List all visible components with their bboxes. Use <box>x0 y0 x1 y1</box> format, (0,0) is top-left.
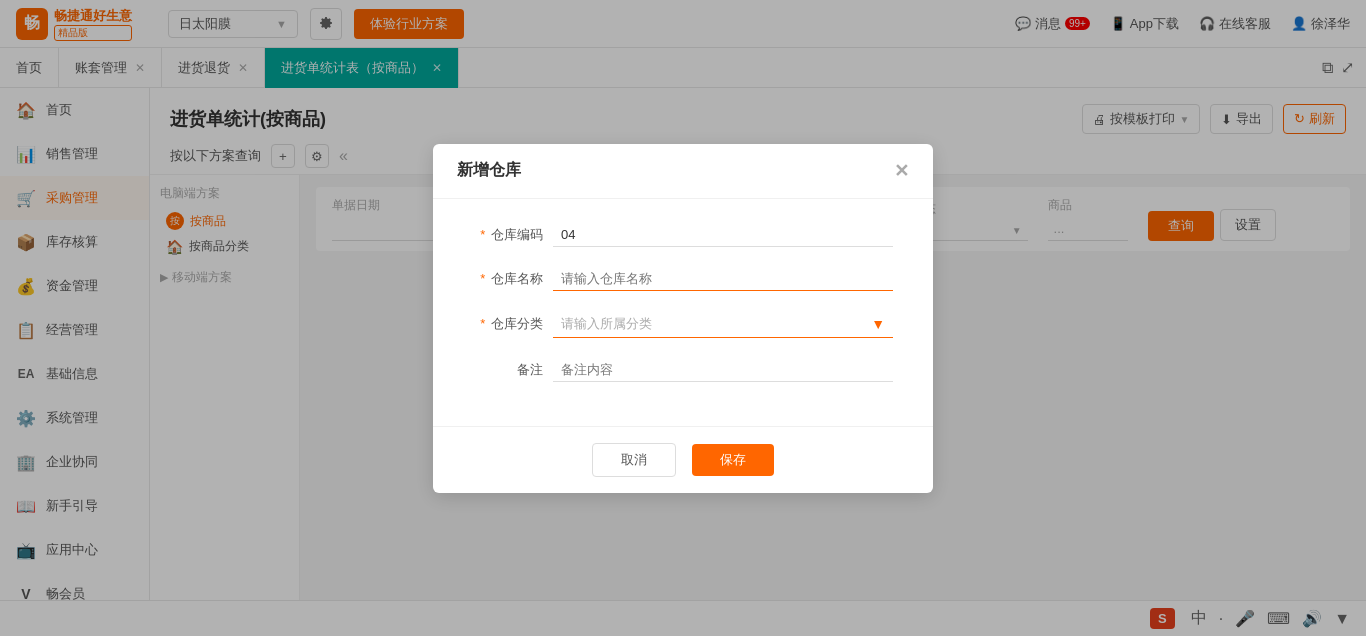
form-row-name: * 仓库名称 <box>473 267 893 291</box>
cancel-button[interactable]: 取消 <box>592 443 676 477</box>
code-label: * 仓库编码 <box>473 226 553 244</box>
modal-overlay: 新增仓库 ✕ * 仓库编码 * 仓库名称 <box>0 0 1366 636</box>
name-required-star: * <box>480 271 485 286</box>
modal-title: 新增仓库 <box>457 160 521 181</box>
save-button[interactable]: 保存 <box>692 444 774 476</box>
code-required-star: * <box>480 227 485 242</box>
form-row-category: * 仓库分类 请输入所属分类 ▼ <box>473 311 893 338</box>
form-row-code: * 仓库编码 <box>473 223 893 247</box>
warehouse-remark-input[interactable] <box>553 358 893 382</box>
category-label: * 仓库分类 <box>473 315 553 333</box>
warehouse-category-select[interactable]: 请输入所属分类 ▼ <box>553 311 893 338</box>
modal-body: * 仓库编码 * 仓库名称 * 仓库分类 请输入所属 <box>433 199 933 426</box>
modal-close-button[interactable]: ✕ <box>894 160 909 182</box>
warehouse-name-input[interactable] <box>553 267 893 291</box>
form-row-remark: 备注 <box>473 358 893 382</box>
modal-footer: 取消 保存 <box>433 426 933 493</box>
remark-label: 备注 <box>473 361 553 379</box>
add-warehouse-modal: 新增仓库 ✕ * 仓库编码 * 仓库名称 <box>433 144 933 493</box>
name-label: * 仓库名称 <box>473 270 553 288</box>
category-required-star: * <box>480 316 485 331</box>
category-placeholder: 请输入所属分类 <box>561 315 652 333</box>
warehouse-code-input[interactable] <box>553 223 893 247</box>
modal-header: 新增仓库 ✕ <box>433 144 933 199</box>
category-chevron-icon: ▼ <box>871 316 885 332</box>
